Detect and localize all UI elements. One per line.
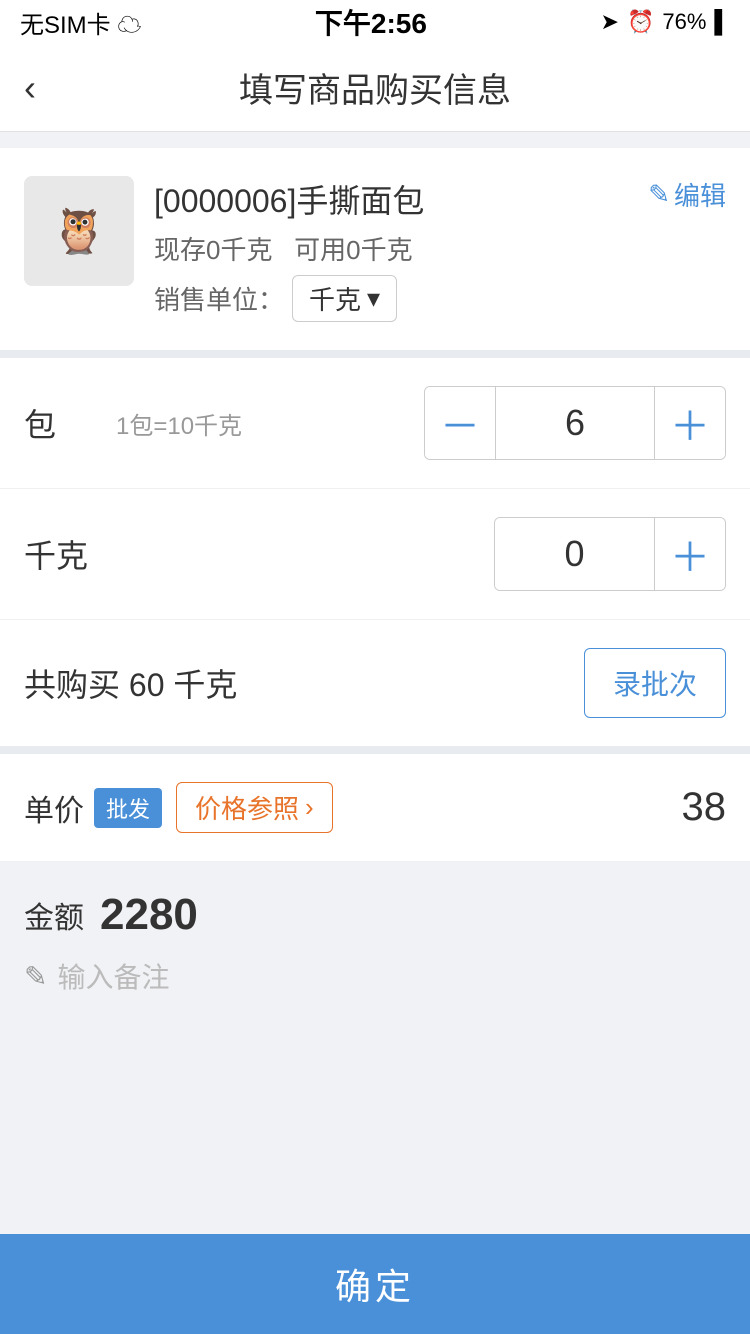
product-title: 手撕面包 <box>296 183 424 219</box>
kg-qty-input[interactable] <box>495 518 655 590</box>
pack-minus-button[interactable]: － <box>425 387 495 459</box>
battery-label: 76% <box>662 9 706 35</box>
pack-section: 包 1包=10千克 － ＋ 千克 ＋ <box>0 358 750 620</box>
amount-section: 金额 2280 ✎ 输入备注 <box>0 862 750 1006</box>
sim-label: 无SIM卡 ☁ <box>20 5 141 40</box>
pack-row: 包 1包=10千克 － ＋ <box>0 358 750 489</box>
edit-button[interactable]: ✎ 编辑 <box>648 176 726 213</box>
price-section: 单价 批发 价格参照 › 38 <box>0 754 750 862</box>
note-row[interactable]: ✎ 输入备注 <box>24 956 726 996</box>
confirm-button[interactable]: 确定 <box>0 1234 750 1334</box>
amount-row: 金额 2280 <box>24 890 726 940</box>
kg-plus-button[interactable]: ＋ <box>655 518 725 590</box>
status-right: ➤ ⏰ 76% ▌ <box>601 9 730 35</box>
product-code: [0000006] <box>154 183 296 219</box>
record-batch-button[interactable]: 录批次 <box>584 648 726 718</box>
plus-icon: ＋ <box>670 394 710 452</box>
header: ‹ 填写商品购买信息 <box>0 44 750 132</box>
status-left: 无SIM卡 ☁ <box>20 5 141 40</box>
kg-row: 千克 ＋ <box>0 489 750 620</box>
battery-icon: ▌ <box>714 9 730 35</box>
chevron-down-icon: ▾ <box>367 283 380 314</box>
price-value: 38 <box>682 785 727 830</box>
product-unit: 销售单位： 千克 ▾ <box>154 275 628 322</box>
total-text: 共购买 60 千克 <box>24 660 584 706</box>
product-logo: 🦉 <box>52 205 107 257</box>
price-ref-button[interactable]: 价格参照 › <box>176 782 333 833</box>
pack-hint: 1包=10千克 <box>116 406 424 441</box>
pencil-icon: ✎ <box>24 960 47 993</box>
status-bar: 无SIM卡 ☁ 下午2:56 ➤ ⏰ 76% ▌ <box>0 0 750 44</box>
unit-select[interactable]: 千克 ▾ <box>292 275 397 322</box>
pack-label: 包 <box>24 400 104 446</box>
product-stock: 现存0千克 可用0千克 <box>154 230 628 267</box>
total-row: 共购买 60 千克 录批次 <box>0 620 750 754</box>
pack-qty-input[interactable] <box>495 387 655 459</box>
chevron-right-icon: › <box>305 792 314 823</box>
price-type-tag: 批发 <box>94 788 162 828</box>
plus-icon: ＋ <box>670 525 710 583</box>
product-card: 🦉 [0000006]手撕面包 现存0千克 可用0千克 销售单位： 千克 ▾ ✎… <box>0 148 750 358</box>
product-info: [0000006]手撕面包 现存0千克 可用0千克 销售单位： 千克 ▾ <box>154 176 628 322</box>
page-title: 填写商品购买信息 <box>239 63 511 112</box>
amount-label: 金额 <box>24 893 84 937</box>
kg-controls: ＋ <box>494 517 726 591</box>
product-image: 🦉 <box>24 176 134 286</box>
amount-value: 2280 <box>100 890 198 940</box>
arrow-icon: ➤ <box>601 9 619 35</box>
price-label: 单价 <box>24 786 84 830</box>
pack-plus-button[interactable]: ＋ <box>655 387 725 459</box>
pack-qty-control: － ＋ <box>424 386 726 460</box>
note-placeholder: 输入备注 <box>57 956 169 996</box>
status-time: 下午2:56 <box>315 2 427 42</box>
minus-icon: － <box>440 394 480 452</box>
product-name: [0000006]手撕面包 <box>154 176 628 222</box>
edit-icon: ✎ <box>648 179 670 210</box>
spacer <box>0 1006 750 1234</box>
kg-label: 千克 <box>24 531 104 577</box>
alarm-icon: ⏰ <box>627 9 654 35</box>
back-button[interactable]: ‹ <box>24 67 36 109</box>
